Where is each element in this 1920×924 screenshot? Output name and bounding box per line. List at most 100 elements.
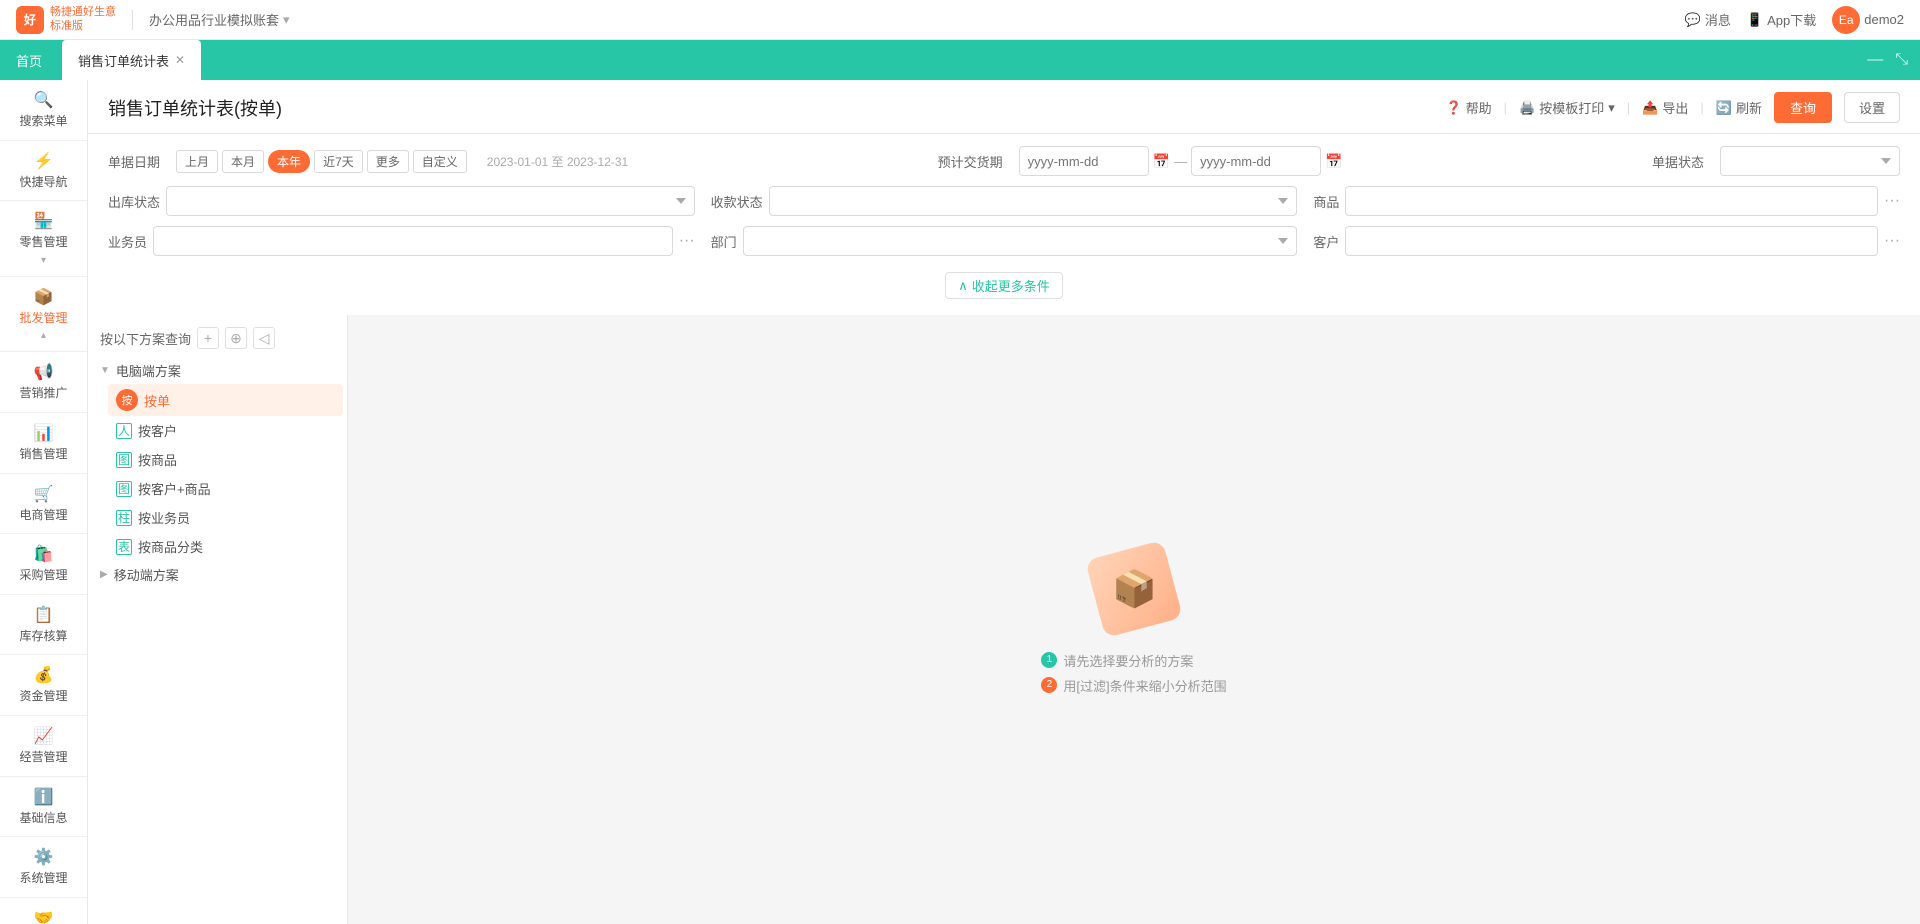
tree-child-by-salesman[interactable]: 柱 按业务员 <box>108 503 343 532</box>
sidebar-item-search[interactable]: 🔍 搜索菜单 <box>0 80 87 141</box>
tab-minimize-btn[interactable]: — <box>1863 47 1887 73</box>
calendar-start-icon[interactable]: 📅 <box>1153 153 1170 170</box>
sidebar-item-sales[interactable]: 📊 销售管理 <box>0 413 87 474</box>
add-scheme-btn[interactable]: + <box>197 327 219 349</box>
filter-panel: 单据日期 上月 本月 本年 近7天 更多 自定义 2023-01-01 至 20… <box>88 134 1920 315</box>
date-range-text: 2023-01-01 至 2023-12-31 <box>487 153 628 170</box>
top-bar: 好 畅捷通好生意 标准版 办公用品行业模拟账套 ▾ 💬 消息 📱 App下载 E… <box>0 0 1920 40</box>
expected-date-end[interactable] <box>1191 146 1321 176</box>
sidebar-item-management[interactable]: 📈 经营管理 <box>0 716 87 777</box>
right-content: 📦 1 请先选择要分析的方案 2 用[过滤]条件来缩小分析范围 <box>348 315 1920 924</box>
salesman-input[interactable] <box>153 226 673 256</box>
system-icon: ⚙️ <box>34 847 54 867</box>
date-btn-this-month[interactable]: 本月 <box>222 150 264 173</box>
date-btn-custom[interactable]: 自定义 <box>413 150 467 173</box>
marketing-icon: 📢 <box>34 362 54 382</box>
help-btn[interactable]: ❓ 帮助 <box>1445 98 1491 117</box>
inventory-icon: 📋 <box>34 605 54 625</box>
salesman-more-icon[interactable]: ··· <box>679 232 695 250</box>
left-panel-title: 按以下方案查询 <box>100 329 191 348</box>
empty-tip-2: 2 用[过滤]条件来缩小分析范围 <box>1041 676 1226 695</box>
sales-icon: 📊 <box>34 423 54 443</box>
sidebar-item-wholesale[interactable]: 📦 批发管理 ▴ <box>0 277 87 353</box>
tab-home[interactable]: 首页 <box>0 40 58 80</box>
goods-more-icon[interactable]: ··· <box>1884 192 1900 210</box>
divider <box>132 10 133 30</box>
message-action[interactable]: 💬 消息 <box>1685 10 1731 29</box>
sidebar-item-finance[interactable]: 💰 资金管理 <box>0 655 87 716</box>
collapse-btn[interactable]: ∧ 收起更多条件 <box>945 272 1063 299</box>
sidebar-item-enterprise[interactable]: 🤝 企业协同 <box>0 898 87 924</box>
payment-label: 收款状态 <box>711 192 763 211</box>
top-bar-left: 好 畅捷通好生意 标准版 办公用品行业模拟账套 ▾ <box>16 6 290 34</box>
date-btn-this-year[interactable]: 本年 <box>268 150 310 173</box>
active-indicator: 按 <box>116 389 138 411</box>
tip-num-2: 2 <box>1041 677 1057 693</box>
sidebar-item-ecommerce[interactable]: 🛒 电商管理 <box>0 474 87 535</box>
salesman-scheme-icon: 柱 <box>116 510 132 526</box>
tree-section: ▼ 电脑端方案 按 按单 人 按客户 图 <box>88 357 347 588</box>
sidebar-item-retail[interactable]: 🏪 零售管理 ▾ <box>0 201 87 277</box>
sidebar-item-inventory[interactable]: 📋 库存核算 <box>0 595 87 656</box>
empty-face-icon: 📦 <box>1112 568 1157 610</box>
customer-scheme-icon: 人 <box>116 423 132 439</box>
date-btns: 上月 本月 本年 近7天 更多 自定义 <box>176 150 467 173</box>
refresh-btn[interactable]: 🔄 刷新 <box>1716 98 1762 117</box>
print-btn[interactable]: 🖨️ 按模板打印 ▾ <box>1519 98 1615 117</box>
category-scheme-icon: 表 <box>116 539 132 555</box>
goods-label: 商品 <box>1313 192 1339 211</box>
export-btn[interactable]: 📤 导出 <box>1642 98 1688 117</box>
status-select[interactable] <box>1720 146 1900 176</box>
goods-input[interactable] <box>1345 186 1878 216</box>
tree-child-by-goods[interactable]: 图 按商品 <box>108 445 343 474</box>
breadcrumb-arrow-icon[interactable]: ▾ <box>283 12 290 28</box>
top-bar-right: 💬 消息 📱 App下载 Ea demo2 <box>1685 6 1904 34</box>
tree-child-by-category[interactable]: 表 按商品分类 <box>108 532 343 561</box>
refresh-icon: 🔄 <box>1716 100 1732 116</box>
tab-expand-btn[interactable]: ⤡ <box>1891 47 1912 73</box>
dept-select[interactable] <box>743 226 1298 256</box>
customer-more-icon[interactable]: ··· <box>1884 232 1900 250</box>
body-area: 按以下方案查询 + ⊕ ◁ ▼ 电脑端方案 按 按单 <box>88 315 1920 924</box>
date-btn-last-month[interactable]: 上月 <box>176 150 218 173</box>
query-button[interactable]: 查询 <box>1774 92 1832 123</box>
tip-num-1: 1 <box>1041 652 1057 668</box>
payment-select[interactable] <box>769 186 1298 216</box>
breadcrumb: 办公用品行业模拟账套 ▾ <box>149 10 290 29</box>
sidebar-item-quicknav[interactable]: ⚡ 快捷导航 <box>0 141 87 202</box>
app-icon: 📱 <box>1747 12 1763 28</box>
edit-scheme-btn[interactable]: ⊕ <box>225 327 247 349</box>
date-btn-last-7[interactable]: 近7天 <box>314 150 363 173</box>
tab-sales-order-stats[interactable]: 销售订单统计表 ✕ <box>62 40 201 80</box>
tree-parent-mobile[interactable]: ▶ 移动端方案 <box>92 561 343 588</box>
sidebar-item-basic-info[interactable]: ℹ️ 基础信息 <box>0 777 87 838</box>
expected-date-start[interactable] <box>1019 146 1149 176</box>
sidebar: 🔍 搜索菜单 ⚡ 快捷导航 🏪 零售管理 ▾ 📦 批发管理 ▴ 📢 营销推广 📊… <box>0 80 88 924</box>
tree-child-by-order[interactable]: 按 按单 <box>108 384 343 416</box>
calendar-end-icon[interactable]: 📅 <box>1325 153 1342 170</box>
tree-child-by-customer[interactable]: 人 按客户 <box>108 416 343 445</box>
outbound-select[interactable] <box>166 186 695 216</box>
filter-row-2: 出库状态 收款状态 商品 ··· <box>108 186 1900 216</box>
collapse-panel-btn[interactable]: ◁ <box>253 327 275 349</box>
tab-close-icon[interactable]: ✕ <box>175 53 185 67</box>
salesman-label: 业务员 <box>108 232 147 251</box>
outbound-group: 出库状态 <box>108 186 695 216</box>
tree-child-by-customer-goods[interactable]: 图 按客户+商品 <box>108 474 343 503</box>
settings-button[interactable]: 设置 <box>1844 92 1900 123</box>
empty-tip-1: 1 请先选择要分析的方案 <box>1041 651 1226 670</box>
expected-date-label: 预计交货期 <box>938 152 1003 171</box>
retail-arrow-icon: ▾ <box>41 255 46 266</box>
customer-input[interactable] <box>1345 226 1878 256</box>
sidebar-item-system[interactable]: ⚙️ 系统管理 <box>0 837 87 898</box>
user-menu[interactable]: Ea demo2 <box>1832 6 1904 34</box>
date-btn-more[interactable]: 更多 <box>367 150 409 173</box>
customer-group: 客户 ··· <box>1313 226 1900 256</box>
empty-icon: 📦 <box>1084 539 1184 639</box>
app-download-action[interactable]: 📱 App下载 <box>1747 10 1816 29</box>
tree-parent-desktop[interactable]: ▼ 电脑端方案 <box>92 357 343 384</box>
tree-collapse-icon: ▶ <box>100 569 108 580</box>
sidebar-item-purchase[interactable]: 🛍️ 采购管理 <box>0 534 87 595</box>
goods-group: 商品 ··· <box>1313 186 1900 216</box>
sidebar-item-marketing[interactable]: 📢 营销推广 <box>0 352 87 413</box>
